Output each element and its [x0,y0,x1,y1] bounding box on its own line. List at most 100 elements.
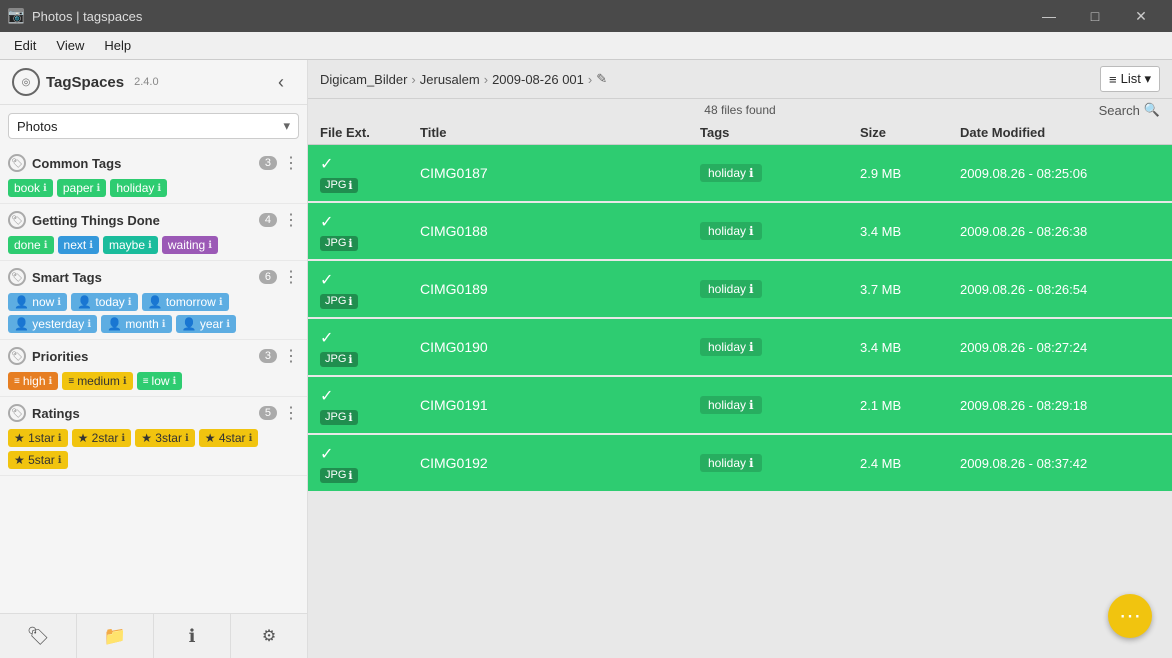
tag-4star[interactable]: ★ 4star ℹ [199,429,259,447]
ratings-header: 🏷 Ratings 5 ⋮ [8,403,299,423]
back-button[interactable]: ‹ [267,68,295,96]
toolbar-right: ≡ List ▾ [1100,66,1160,92]
file-tag: holiday ℹ [700,396,762,414]
check-icon: ✓ [320,154,333,174]
table-row[interactable]: ✓ JPG ℹ CIMG0189 holiday ℹ 3.7 MB 2009.0… [308,261,1172,317]
tag-2star[interactable]: ★ 2star ℹ [72,429,132,447]
common-tags-header: 🏷 Common Tags 3 ⋮ [8,153,299,173]
priorities-count: 3 [259,349,277,363]
tag-done[interactable]: done ℹ [8,236,54,254]
file-tags: holiday ℹ [700,454,860,472]
sidebar-footer: 🏷 📁 ℹ ⚙ [0,613,307,658]
tag-info-icon: ℹ [208,240,212,251]
tag-info-icon: ℹ [43,183,47,194]
common-tags-label: Common Tags [32,156,259,171]
tag-info-icon: ℹ [185,433,189,444]
tag-info-icon: ℹ [97,183,101,194]
tag-high[interactable]: ≡ high ℹ [8,372,58,390]
gtd-tags-list: done ℹ next ℹ maybe ℹ waiting ℹ [8,236,299,254]
maximize-button[interactable]: □ [1072,0,1118,32]
tag-maybe[interactable]: maybe ℹ [103,236,158,254]
edit-path-icon[interactable]: ✎ [596,71,607,87]
breadcrumb-jerusalem[interactable]: Jerusalem [420,72,480,87]
tag-medium[interactable]: ≡ medium ℹ [62,372,132,390]
breadcrumb-digicam[interactable]: Digicam_Bilder [320,72,407,87]
table-row[interactable]: ✓ JPG ℹ CIMG0188 holiday ℹ 3.4 MB 2009.0… [308,203,1172,259]
table-row[interactable]: ✓ JPG ℹ CIMG0192 holiday ℹ 2.4 MB 2009.0… [308,435,1172,491]
file-count-bar: 48 files found Search 🔍 [308,99,1172,121]
tag-book[interactable]: book ℹ [8,179,53,197]
search-area[interactable]: Search 🔍 [1099,102,1160,118]
tag-icon: 🏷 [8,404,26,422]
col-title: Title [420,125,700,140]
tag-5star[interactable]: ★ 5star ℹ [8,451,68,469]
tag-today[interactable]: 👤 today ℹ [71,293,137,311]
priorities-header: 🏷 Priorities 3 ⋮ [8,346,299,366]
column-headers: File Ext. Title Tags Size Date Modified [308,121,1172,145]
priorities-more-icon[interactable]: ⋮ [283,346,299,366]
ratings-tags-list: ★ 1star ℹ ★ 2star ℹ ★ 3star ℹ ★ 4star ℹ … [8,429,299,469]
menu-edit[interactable]: Edit [4,34,46,57]
app-body: ◎ TagSpaces 2.4.0 ‹ Photos ▾ 🏷 Common Ta… [0,60,1172,658]
ext-badge: JPG ℹ [320,410,358,425]
tag-holiday[interactable]: holiday ℹ [110,179,167,197]
tag-info-icon: ℹ [749,224,754,238]
tag-icon: 🏷 [8,268,26,286]
gtd-header: 🏷 Getting Things Done 4 ⋮ [8,210,299,230]
search-label: Search [1099,103,1140,118]
folder-tab-button[interactable]: 📁 [77,614,154,658]
col-size: Size [860,125,960,140]
app-name: TagSpaces [46,74,124,91]
file-date: 2009.08.26 - 08:26:54 [960,282,1160,297]
table-row[interactable]: ✓ JPG ℹ CIMG0187 holiday ℹ 2.9 MB 2009.0… [308,145,1172,201]
settings-button[interactable]: ⚙ [231,614,307,658]
tag-3star[interactable]: ★ 3star ℹ [135,429,195,447]
file-ext-cell: ✓ JPG ℹ [320,328,420,367]
check-icon: ✓ [320,328,333,348]
sidebar-header: ◎ TagSpaces 2.4.0 ‹ [0,60,307,105]
smart-tags-list: 👤 now ℹ 👤 today ℹ 👤 tomorrow ℹ 👤 yesterd… [8,293,299,333]
tag-waiting[interactable]: waiting ℹ [162,236,218,254]
tag-info-icon: ℹ [157,183,161,194]
menubar: Edit View Help [0,32,1172,60]
minimize-button[interactable]: — [1026,0,1072,32]
tag-tomorrow[interactable]: 👤 tomorrow ℹ [142,293,229,311]
smart-tags-more-icon[interactable]: ⋮ [283,267,299,287]
tag-info-icon: ℹ [148,240,152,251]
table-row[interactable]: ✓ JPG ℹ CIMG0190 holiday ℹ 3.4 MB 2009.0… [308,319,1172,375]
tag-1star[interactable]: ★ 1star ℹ [8,429,68,447]
tag-info-icon: ℹ [128,297,132,308]
tag-next[interactable]: next ℹ [58,236,100,254]
tag-low[interactable]: ≡ low ℹ [137,372,183,390]
tag-now[interactable]: 👤 now ℹ [8,293,67,311]
common-tags-list: book ℹ paper ℹ holiday ℹ [8,179,299,197]
smart-tags-header: 🏷 Smart Tags 6 ⋮ [8,267,299,287]
file-date: 2009.08.26 - 08:25:06 [960,166,1160,181]
tags-tab-button[interactable]: 🏷 [0,614,77,658]
ratings-group: 🏷 Ratings 5 ⋮ ★ 1star ℹ ★ 2star ℹ ★ 3sta… [0,397,307,476]
tag-paper[interactable]: paper ℹ [57,179,107,197]
list-label: List ▾ [1121,71,1151,87]
tag-yesterday[interactable]: 👤 yesterday ℹ [8,315,97,333]
fab-button[interactable]: ⋯ [1108,594,1152,638]
gtd-count: 4 [259,213,277,227]
menu-view[interactable]: View [46,34,94,57]
view-mode-button[interactable]: ≡ List ▾ [1100,66,1160,92]
tag-year[interactable]: 👤 year ℹ [176,315,236,333]
close-button[interactable]: ✕ [1118,0,1164,32]
check-icon: ✓ [320,386,333,406]
location-selector[interactable]: Photos ▾ [8,113,299,139]
gtd-more-icon[interactable]: ⋮ [283,210,299,230]
menu-help[interactable]: Help [94,34,141,57]
info-tab-button[interactable]: ℹ [154,614,231,658]
file-title: CIMG0188 [420,223,700,239]
table-row[interactable]: ✓ JPG ℹ CIMG0191 holiday ℹ 2.1 MB 2009.0… [308,377,1172,433]
breadcrumb-sep-2: › [484,72,488,87]
file-ext-cell: ✓ JPG ℹ [320,212,420,251]
common-tags-more-icon[interactable]: ⋮ [283,153,299,173]
ratings-more-icon[interactable]: ⋮ [283,403,299,423]
tag-month[interactable]: 👤 month ℹ [101,315,171,333]
app-version: 2.4.0 [134,76,158,88]
breadcrumb-folder[interactable]: 2009-08-26 001 [492,72,584,87]
file-title: CIMG0192 [420,455,700,471]
